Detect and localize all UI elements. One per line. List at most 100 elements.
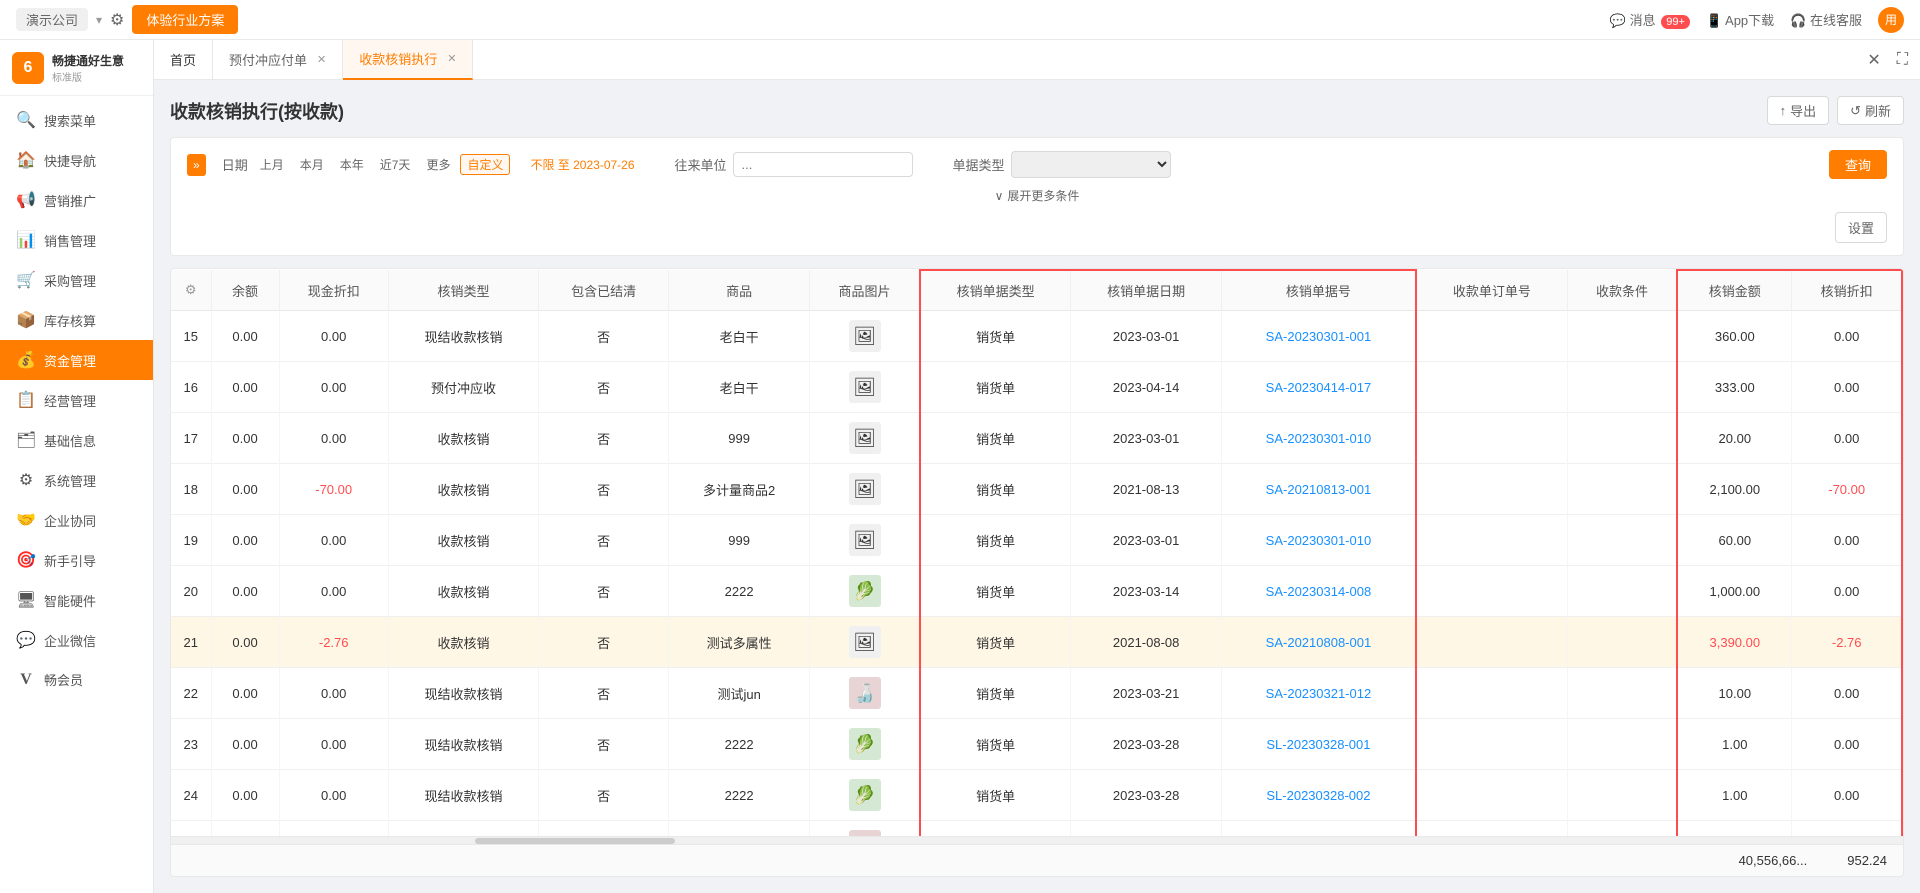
tab-fullscreen-icon[interactable]: ⛶ (1893, 47, 1912, 73)
footer-hs-discount-value: 952.24 (1847, 853, 1887, 868)
hs-no-link[interactable]: SA-20230414-017 (1266, 380, 1372, 395)
date-options-group: 上月 本月 本年 近7天 更多 自定义 (254, 154, 511, 175)
date-btn-7days[interactable]: 近7天 (374, 154, 417, 175)
date-btn-last-month[interactable]: 上月 (254, 154, 290, 175)
tab-close-all-icon[interactable]: ✕ (1863, 46, 1884, 74)
app-download-btn[interactable]: 📱 App下载 (1706, 10, 1774, 29)
hs-no-link[interactable]: SA-20230314-008 (1266, 584, 1372, 599)
user-avatar[interactable]: 用 (1878, 7, 1904, 33)
sidebar-item-marketing[interactable]: 📢 营销推广 (0, 180, 153, 220)
cell-cash-discount: 0.00 (279, 719, 388, 770)
sidebar-item-operations[interactable]: 📋 经营管理 (0, 380, 153, 420)
sidebar-label-purchase: 采购管理 (44, 271, 96, 290)
hs-no-link[interactable]: SA-20230301-001 (1266, 329, 1372, 344)
export-button[interactable]: ↑ 导出 (1767, 96, 1830, 125)
sidebar-item-member[interactable]: V 畅会员 (0, 660, 153, 699)
cell-hs-date: 2023-03-01 (1071, 413, 1221, 464)
sidebar-item-system[interactable]: ⚙ 系统管理 (0, 460, 153, 500)
cell-product: 999 (669, 413, 810, 464)
hs-no-link[interactable]: SA-20210813-001 (1266, 482, 1372, 497)
footer-hs-amount: 40,556,66... (1739, 853, 1808, 868)
cell-hs-discount: 0.00 (1792, 821, 1902, 837)
sidebar-label-member: 畅会员 (44, 670, 83, 689)
voucher-type-select[interactable] (1011, 151, 1171, 178)
horizontal-scrollbar[interactable] (171, 836, 1903, 844)
cell-receipt-cond (1567, 821, 1677, 837)
company-selector[interactable]: 演示公司 (16, 8, 88, 31)
scrollbar-thumb[interactable] (475, 838, 675, 844)
logo-icon: 6 (12, 52, 44, 84)
sidebar-item-search[interactable]: 🔍 搜索菜单 (0, 100, 153, 140)
hs-no-link[interactable]: SA-20230321-012 (1266, 686, 1372, 701)
cell-no: 23 (171, 719, 211, 770)
table-scroll[interactable]: ⚙ 余额 现金折扣 核销类型 包含已结清 商品 商品图片 核销单据类型 核销单据… (171, 269, 1903, 836)
date-btn-this-year[interactable]: 本年 (334, 154, 370, 175)
date-btn-custom[interactable]: 自定义 (460, 154, 510, 175)
settings-button[interactable]: 设置 (1835, 212, 1887, 243)
sidebar-item-newbie[interactable]: 🎯 新手引导 (0, 540, 153, 580)
cell-product-img: 🖼 (810, 515, 920, 566)
gear-col-icon[interactable]: ⚙ (185, 282, 197, 297)
cell-hs-no: SL-20230328-001 (1221, 719, 1416, 770)
online-service-btn[interactable]: 🎧 在线客服 (1790, 10, 1862, 29)
cell-hs-date: 2023-03-28 (1071, 770, 1221, 821)
query-button[interactable]: 查询 (1829, 150, 1887, 179)
cell-hs-type: 销货退货单 (920, 821, 1071, 837)
hs-no-link[interactable]: SA-20210808-001 (1266, 635, 1372, 650)
cell-receipt-order (1416, 821, 1567, 837)
sidebar-item-quick-nav[interactable]: 🏠 快捷导航 (0, 140, 153, 180)
date-btn-more[interactable]: 更多 (420, 154, 456, 175)
online-service-label: 在线客服 (1810, 13, 1862, 28)
cell-receipt-order (1416, 413, 1567, 464)
message-btn[interactable]: 💬 消息 99+ (1610, 10, 1690, 29)
col-header-hs-no: 核销单据号 (1221, 270, 1416, 311)
sidebar-item-wechat[interactable]: 💬 企业微信 (0, 620, 153, 660)
cell-product: 测试jun (669, 821, 810, 837)
cell-incl-settled: 否 (539, 821, 669, 837)
sidebar-item-enterprise[interactable]: 🤝 企业协同 (0, 500, 153, 540)
partner-input[interactable] (733, 152, 913, 177)
filter-toggle[interactable]: » (187, 154, 206, 176)
cell-receipt-cond (1567, 311, 1677, 362)
tab-prepay[interactable]: 预付冲应付单 ✕ (213, 40, 343, 80)
cell-balance: 0.00 (211, 719, 279, 770)
cell-no: 15 (171, 311, 211, 362)
refresh-button[interactable]: ↺ 刷新 (1837, 96, 1904, 125)
sidebar-item-finance[interactable]: 💰 资金管理 (0, 340, 153, 380)
tab-write-off-close-icon[interactable]: ✕ (447, 52, 456, 65)
date-filter-label: 日期 (222, 155, 248, 174)
marketing-icon: 📢 (16, 190, 36, 210)
cell-product-img: 🖼 (810, 311, 920, 362)
date-btn-this-month[interactable]: 本月 (294, 154, 330, 175)
settings-icon[interactable]: ⚙ (110, 10, 124, 30)
col-header-product: 商品 (669, 270, 810, 311)
company-chevron-icon[interactable]: ▾ (96, 13, 102, 27)
cell-balance: 0.00 (211, 311, 279, 362)
cell-balance: 0.00 (211, 821, 279, 837)
sidebar-item-inventory[interactable]: 📦 库存核算 (0, 300, 153, 340)
partner-label: 往来单位 (675, 155, 727, 174)
hs-no-link[interactable]: SA-20230301-010 (1266, 533, 1372, 548)
cell-product-img: 🖼 (810, 464, 920, 515)
industry-btn[interactable]: 体验行业方案 (132, 5, 238, 34)
cell-cash-discount: 0.00 (279, 770, 388, 821)
sidebar-item-purchase[interactable]: 🛒 采购管理 (0, 260, 153, 300)
cell-hs-no: SA-20230301-010 (1221, 515, 1416, 566)
hs-no-link[interactable]: SL-20230328-002 (1266, 788, 1370, 803)
cell-hs-discount: -70.00 (1792, 464, 1902, 515)
product-img-1: 🥬 (849, 575, 881, 607)
sidebar-item-sales[interactable]: 📊 销售管理 (0, 220, 153, 260)
sidebar-item-smart-hw[interactable]: 🖥 智能硬件 (0, 580, 153, 620)
hs-no-link[interactable]: SL-20230328-001 (1266, 737, 1370, 752)
hs-no-link[interactable]: SA-20230301-010 (1266, 431, 1372, 446)
cell-cash-discount: -70.00 (279, 464, 388, 515)
table-header-row: ⚙ 余额 现金折扣 核销类型 包含已结清 商品 商品图片 核销单据类型 核销单据… (171, 270, 1902, 311)
tab-home[interactable]: 首页 (154, 40, 213, 80)
tab-prepay-close-icon[interactable]: ✕ (317, 53, 326, 66)
tab-write-off[interactable]: 收款核销执行 ✕ (343, 40, 473, 80)
expand-more-btn[interactable]: ∨ 展开更多条件 (187, 187, 1887, 204)
cell-hs-discount: 0.00 (1792, 362, 1902, 413)
sidebar-item-basic-info[interactable]: 🗂 基础信息 (0, 420, 153, 460)
export-label: 导出 (1790, 101, 1816, 120)
filter-voucher-type: 单据类型 (953, 151, 1171, 178)
